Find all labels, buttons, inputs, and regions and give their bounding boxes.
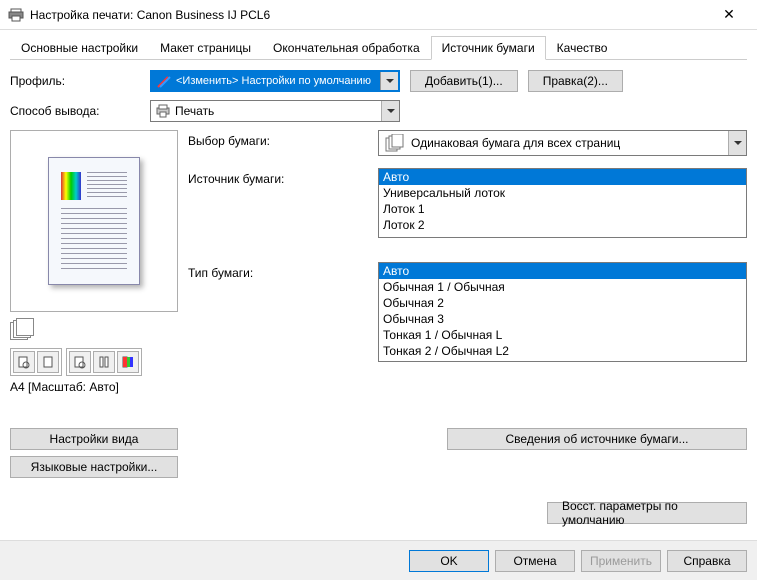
pencil-icon	[156, 73, 172, 89]
output-value: Печать	[175, 104, 381, 118]
printer-icon	[8, 7, 24, 23]
paper-selection-value: Одинаковая бумага для всех страниц	[411, 136, 728, 150]
paper-selection-select[interactable]: Одинаковая бумага для всех страниц	[378, 130, 747, 156]
chevron-down-icon	[728, 131, 746, 155]
list-item[interactable]: Универсальный лоток	[379, 185, 746, 201]
list-item[interactable]: Авто	[379, 169, 746, 185]
paper-source-label: Источник бумаги:	[188, 168, 378, 186]
dialog-button-bar: OK Отмена Применить Справка	[0, 540, 757, 580]
apply-button[interactable]: Применить	[581, 550, 661, 572]
list-item[interactable]: Авто	[379, 263, 746, 279]
close-button[interactable]: ✕	[709, 1, 749, 29]
profile-label: Профиль:	[10, 74, 150, 88]
language-settings-button[interactable]: Языковые настройки...	[10, 456, 178, 478]
restore-defaults-button[interactable]: Восст. параметры по умолчанию	[547, 502, 747, 524]
output-label: Способ вывода:	[10, 104, 150, 118]
preview-toolbar	[10, 348, 178, 376]
tab-layout[interactable]: Макет страницы	[149, 36, 262, 60]
cancel-button[interactable]: Отмена	[495, 550, 575, 572]
output-select[interactable]: Печать	[150, 100, 400, 122]
profile-select[interactable]: <Изменить> Настройки по умолчанию	[150, 70, 400, 92]
window-title: Настройка печати: Canon Business IJ PCL6	[30, 8, 709, 22]
tab-paper-source[interactable]: Источник бумаги	[431, 36, 546, 60]
tab-finishing[interactable]: Окончательная обработка	[262, 36, 431, 60]
list-item[interactable]: Лоток 2	[379, 217, 746, 233]
preview-status: A4 [Масштаб: Авто]	[10, 380, 178, 394]
pages-icon	[385, 134, 405, 152]
ok-button[interactable]: OK	[409, 550, 489, 572]
paper-type-listbox[interactable]: Авто Обычная 1 / Обычная Обычная 2 Обычн…	[378, 262, 747, 362]
profile-value: <Изменить> Настройки по умолчанию	[176, 75, 380, 87]
list-item[interactable]: Тонкая 1 / Обычная L	[379, 327, 746, 343]
list-item[interactable]: Тонкая 2 / Обычная L2	[379, 343, 746, 359]
edit-profile-button[interactable]: Правка(2)...	[528, 70, 623, 92]
chevron-down-icon	[380, 72, 398, 90]
pages-stack-icon	[10, 318, 38, 342]
titlebar: Настройка печати: Canon Business IJ PCL6…	[0, 0, 757, 30]
preview-tool-5[interactable]	[117, 351, 139, 373]
preview-tool-4[interactable]	[93, 351, 115, 373]
source-info-button[interactable]: Сведения об источнике бумаги...	[447, 428, 747, 450]
tab-basic[interactable]: Основные настройки	[10, 36, 149, 60]
list-item[interactable]: Лоток 1	[379, 201, 746, 217]
page-preview-graphic	[48, 157, 140, 285]
add-profile-button[interactable]: Добавить(1)...	[410, 70, 518, 92]
list-item[interactable]: Обычная 1 / Обычная	[379, 279, 746, 295]
page-preview	[10, 130, 178, 312]
paper-selection-label: Выбор бумаги:	[188, 130, 378, 148]
help-button[interactable]: Справка	[667, 550, 747, 572]
paper-source-listbox[interactable]: Авто Универсальный лоток Лоток 1 Лоток 2	[378, 168, 747, 238]
tab-bar: Основные настройки Макет страницы Оконча…	[10, 36, 747, 60]
paper-type-label: Тип бумаги:	[188, 262, 378, 280]
print-icon	[155, 104, 171, 118]
list-item[interactable]: Обычная 2	[379, 295, 746, 311]
preview-tool-3[interactable]	[69, 351, 91, 373]
preview-tool-2[interactable]	[37, 351, 59, 373]
tab-quality[interactable]: Качество	[546, 36, 619, 60]
list-item[interactable]: Обычная 3	[379, 311, 746, 327]
chevron-down-icon	[381, 101, 399, 121]
preview-tool-1[interactable]	[13, 351, 35, 373]
view-settings-button[interactable]: Настройки вида	[10, 428, 178, 450]
